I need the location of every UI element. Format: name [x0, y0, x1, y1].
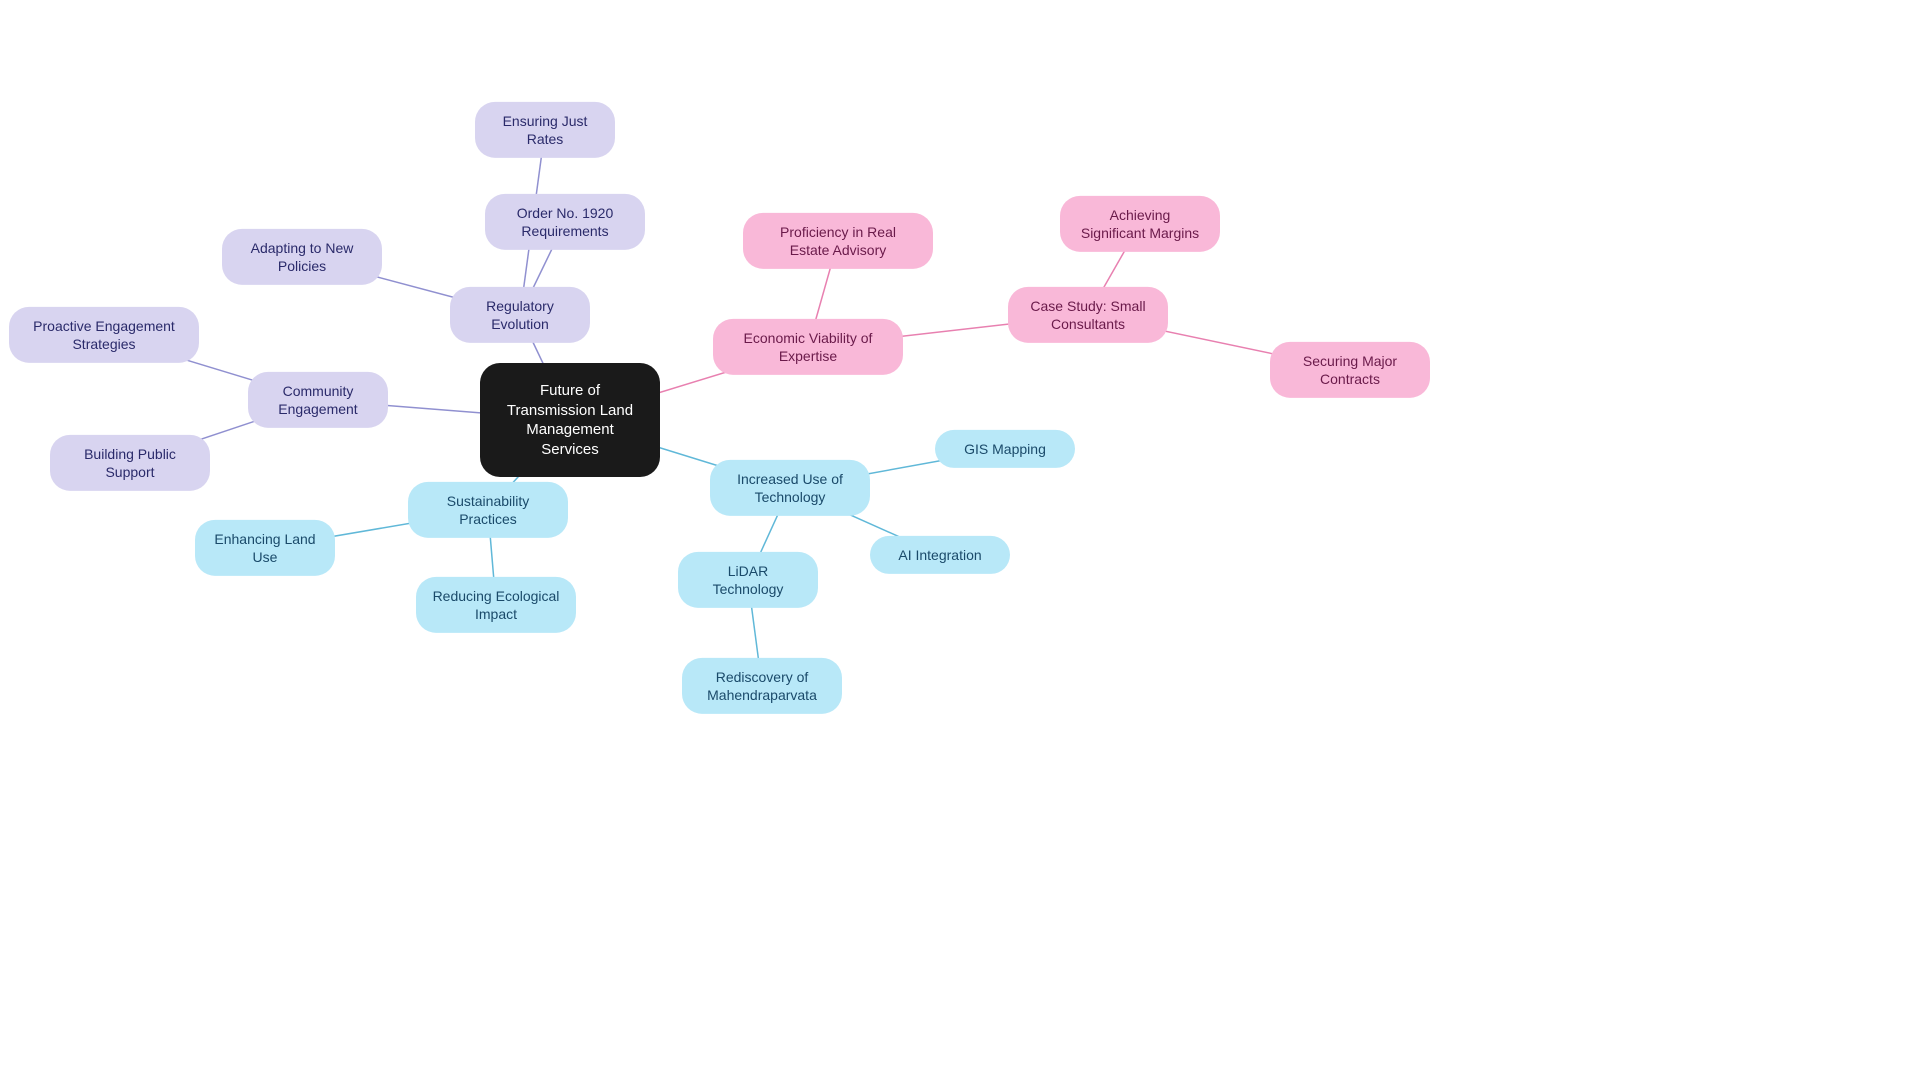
- mindmap-node-enhancing[interactable]: Enhancing Land Use: [195, 520, 335, 576]
- mindmap-node-rediscovery[interactable]: Rediscovery of Mahendraparvata: [682, 658, 842, 714]
- mindmap-node-technology[interactable]: Increased Use of Technology: [710, 460, 870, 516]
- mindmap-canvas: Future of Transmission Land Management S…: [0, 0, 1920, 1083]
- mindmap-node-proficiency[interactable]: Proficiency in Real Estate Advisory: [743, 213, 933, 269]
- mindmap-node-proactive[interactable]: Proactive Engagement Strategies: [9, 307, 199, 363]
- mindmap-node-regulatory[interactable]: Regulatory Evolution: [450, 287, 590, 343]
- mindmap-node-securing[interactable]: Securing Major Contracts: [1270, 342, 1430, 398]
- mindmap-node-achieving[interactable]: Achieving Significant Margins: [1060, 196, 1220, 252]
- mindmap-node-sustainability[interactable]: Sustainability Practices: [408, 482, 568, 538]
- mindmap-node-reducing[interactable]: Reducing Ecological Impact: [416, 577, 576, 633]
- mindmap-node-center[interactable]: Future of Transmission Land Management S…: [480, 363, 660, 477]
- mindmap-node-ai[interactable]: AI Integration: [870, 536, 1010, 574]
- mindmap-node-lidar[interactable]: LiDAR Technology: [678, 552, 818, 608]
- mindmap-node-building[interactable]: Building Public Support: [50, 435, 210, 491]
- mindmap-node-casestudy[interactable]: Case Study: Small Consultants: [1008, 287, 1168, 343]
- mindmap-node-order1920[interactable]: Order No. 1920 Requirements: [485, 194, 645, 250]
- mindmap-node-adapting[interactable]: Adapting to New Policies: [222, 229, 382, 285]
- mindmap-node-community[interactable]: Community Engagement: [248, 372, 388, 428]
- mindmap-node-economic[interactable]: Economic Viability of Expertise: [713, 319, 903, 375]
- mindmap-node-ensuring[interactable]: Ensuring Just Rates: [475, 102, 615, 158]
- mindmap-node-gis[interactable]: GIS Mapping: [935, 430, 1075, 468]
